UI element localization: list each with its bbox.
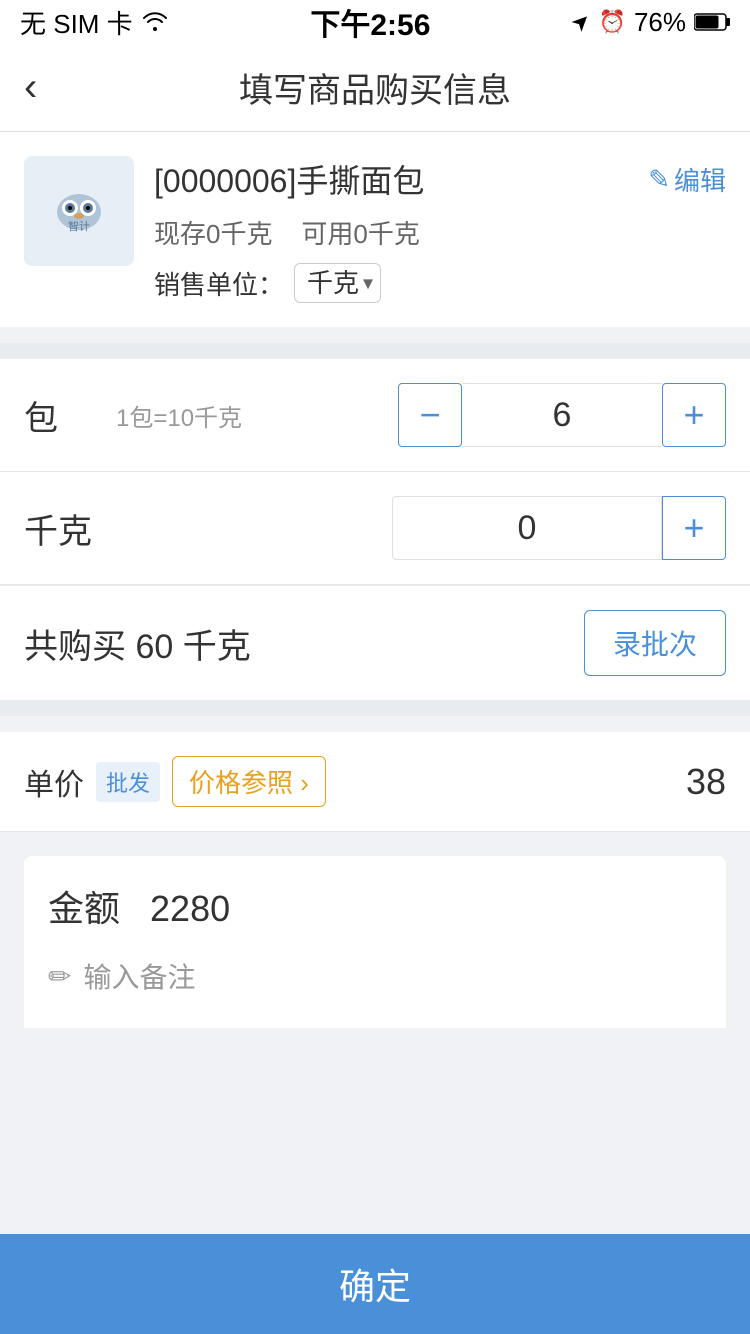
page-title: 填写商品购买信息	[239, 63, 511, 112]
product-name-row: [0000006]手撕面包 ✎ 编辑	[154, 156, 726, 202]
bao-hint: 1包=10千克	[116, 398, 398, 433]
svg-text:智计: 智计	[68, 219, 90, 233]
amount-label: 金额	[48, 888, 120, 929]
edit-button[interactable]: ✎ 编辑	[648, 161, 726, 198]
bao-label: 包	[24, 391, 104, 440]
product-image: 智计	[24, 156, 134, 266]
batch-button[interactable]: 录批次	[584, 610, 726, 676]
product-logo: 智计	[49, 184, 109, 239]
remark-row[interactable]: ✏ 输入备注	[48, 948, 702, 1012]
total-section: 共购买 60 千克 录批次	[0, 585, 750, 700]
unit-label: 销售单位：	[154, 265, 284, 302]
back-button[interactable]: ‹	[24, 65, 37, 110]
kg-row: 千克 +	[0, 472, 750, 585]
product-name: [0000006]手撕面包	[154, 156, 424, 202]
bao-input[interactable]	[462, 383, 662, 447]
product-unit-row: 销售单位： 千克	[154, 263, 726, 303]
amount-text: 金额 2280	[48, 880, 702, 932]
confirm-button[interactable]: 确定	[0, 1234, 750, 1334]
product-info: [0000006]手撕面包 ✎ 编辑 现存0千克 可用0千克 销售单位： 千克	[154, 156, 726, 303]
kg-input[interactable]	[392, 496, 662, 560]
bao-minus-button[interactable]: −	[398, 383, 462, 447]
price-label: 单价	[24, 760, 84, 804]
status-bar: 无 SIM 卡 下午2:56 ➤ ⏰ 76%	[0, 0, 750, 44]
nav-bar: ‹ 填写商品购买信息	[0, 44, 750, 132]
no-sim-text: 无 SIM 卡	[20, 4, 133, 41]
bao-row: 包 1包=10千克 − +	[0, 359, 750, 472]
total-text: 共购买 60 千克	[24, 619, 251, 668]
status-time: 下午2:56	[310, 0, 430, 44]
amount-section: 金额 2280 ✏ 输入备注	[0, 832, 750, 1028]
edit-icon: ✎	[648, 164, 670, 195]
divider-1	[0, 343, 750, 359]
price-tag: 批发	[96, 762, 160, 802]
remark-icon: ✏	[48, 960, 71, 993]
remark-text: 输入备注	[83, 956, 195, 996]
unit-select-wrapper[interactable]: 千克	[294, 263, 381, 303]
product-section: 智计 [0000006]手撕面包 ✎ 编辑 现存0千克 可用0千克 销售单位：	[0, 132, 750, 327]
location-icon: ➤	[566, 6, 597, 37]
battery-text: 76%	[634, 7, 686, 38]
divider-2	[0, 700, 750, 716]
product-stock: 现存0千克 可用0千克	[154, 214, 726, 251]
alarm-icon: ⏰	[599, 9, 626, 35]
wifi-icon	[141, 7, 169, 38]
battery-icon	[694, 7, 730, 38]
status-left: 无 SIM 卡	[20, 4, 169, 41]
amount-row: 金额 2280 ✏ 输入备注	[24, 856, 726, 1028]
status-right: ➤ ⏰ 76%	[572, 7, 730, 38]
input-section: 包 1包=10千克 − + 千克 +	[0, 359, 750, 585]
price-value: 38	[686, 761, 726, 803]
kg-label: 千克	[24, 504, 104, 553]
kg-stepper: +	[392, 496, 726, 560]
price-ref-label: 价格参照 ›	[189, 763, 309, 800]
unit-select[interactable]: 千克	[294, 263, 381, 303]
kg-plus-button[interactable]: +	[662, 496, 726, 560]
available-text: 可用0千克	[301, 219, 419, 249]
edit-label: 编辑	[674, 161, 726, 198]
bao-plus-button[interactable]: +	[662, 383, 726, 447]
main-content: 智计 [0000006]手撕面包 ✎ 编辑 现存0千克 可用0千克 销售单位：	[0, 132, 750, 1334]
bao-stepper: − +	[398, 383, 726, 447]
price-section: 单价 批发 价格参照 › 38	[0, 732, 750, 832]
price-ref-button[interactable]: 价格参照 ›	[172, 756, 326, 807]
stock-text: 现存0千克	[154, 219, 272, 249]
amount-value: 2280	[150, 888, 230, 929]
